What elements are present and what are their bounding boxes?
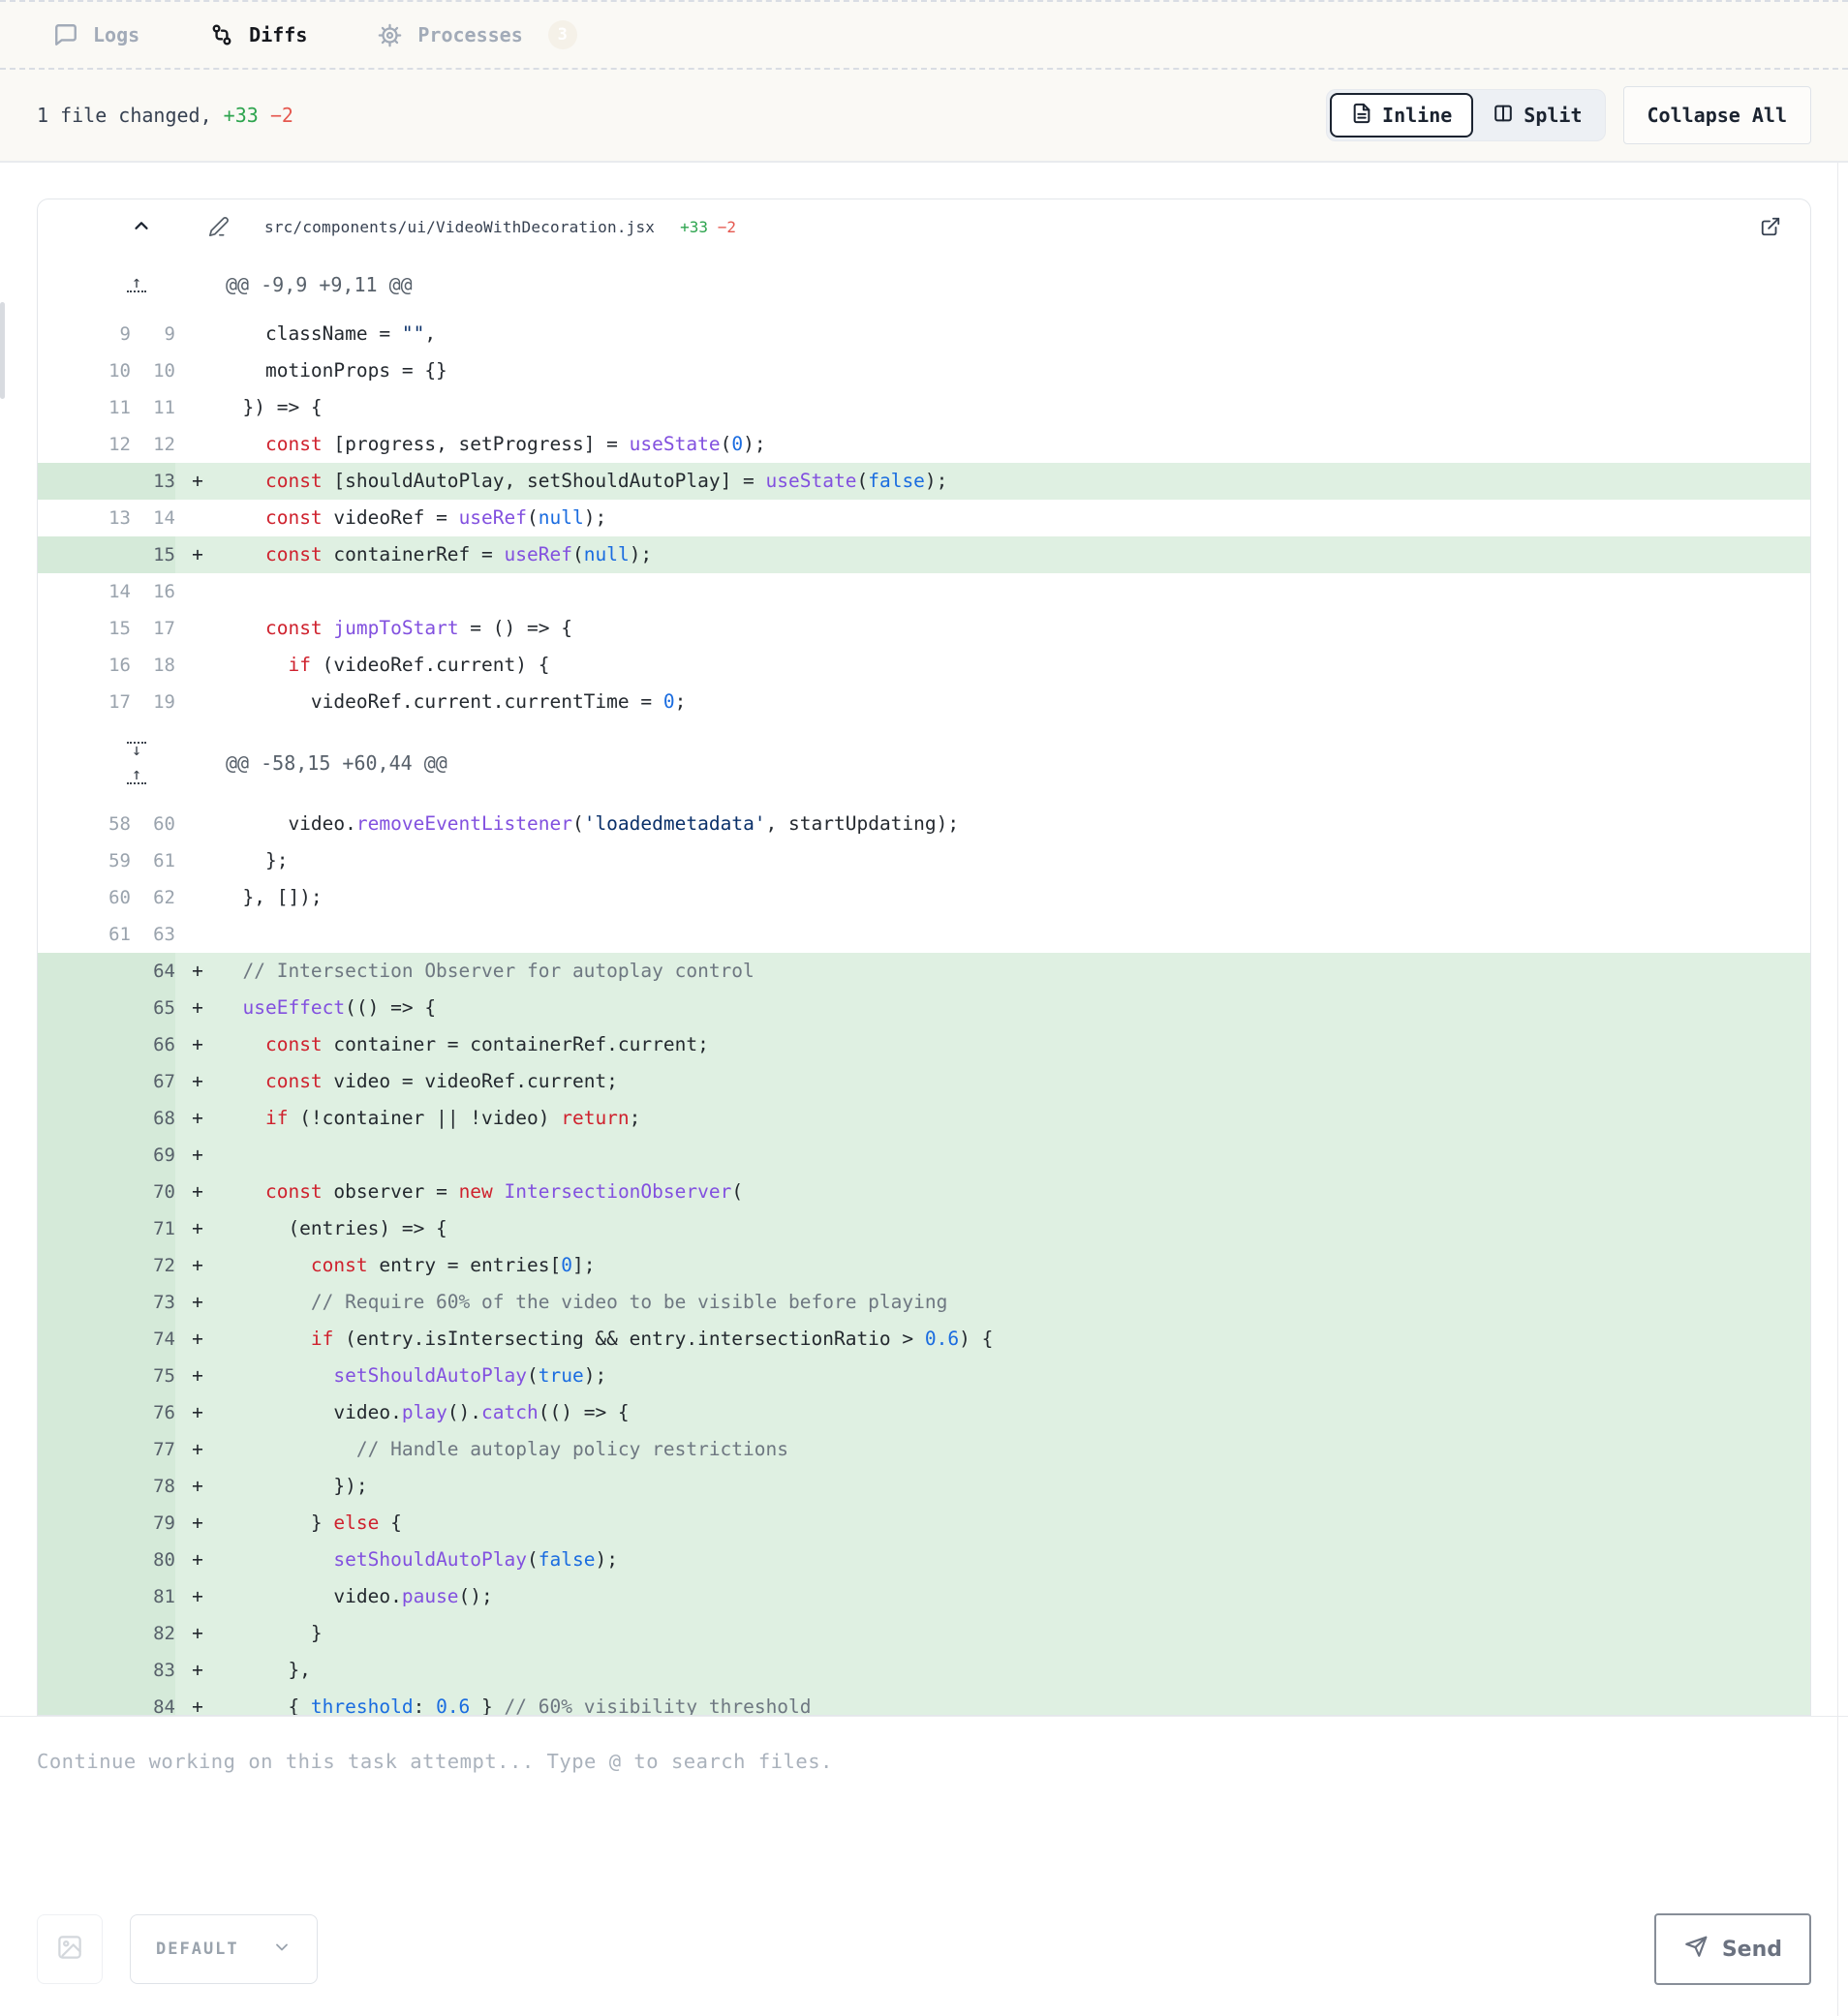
collapse-file-chevron-icon[interactable] — [131, 216, 152, 237]
tab-logs[interactable]: Logs — [53, 22, 139, 47]
hunk-gutter: ↑ — [38, 274, 173, 292]
diff-line: 60 62 }, []); — [108, 886, 323, 908]
diff-line: 17 19 videoRef.current.currentTime = 0; — [108, 690, 687, 713]
app-root: Logs Diffs Processes 3 1 file changed, +… — [0, 0, 1848, 2016]
diff-line: 71 + (entries) => { — [38, 1210, 1810, 1247]
diff-line: 59 61 }; — [108, 849, 289, 871]
diff-line: 61 63 — [108, 924, 175, 945]
diff-line: 81 + video.pause(); — [38, 1578, 1810, 1615]
diff-line: 82 + } — [38, 1615, 1810, 1652]
diff-line: 77 + // Handle autoplay policy restrictio… — [38, 1431, 1810, 1468]
split-label: Split — [1524, 104, 1583, 127]
diff-line: 83 + }, — [38, 1652, 1810, 1689]
files-changed-summary: 1 file changed, +33 −2 — [37, 104, 293, 127]
diff-line: 65 + useEffect(() => { — [38, 990, 1810, 1026]
expand-up-icon[interactable]: ↑ — [127, 274, 146, 292]
file-additions: +33 — [680, 217, 709, 236]
collapse-all-button[interactable]: Collapse All — [1622, 86, 1811, 144]
diff-line: 79 + } else { — [38, 1505, 1810, 1542]
diff-line: 16 18 if (videoRef.current) { — [108, 654, 550, 676]
diff-line: 10 10 motionProps = {} — [108, 359, 447, 382]
expand-down-icon[interactable]: ↓ — [127, 742, 146, 759]
send-button[interactable]: Send — [1653, 1913, 1811, 1985]
diff-line: 80 + setShouldAutoPlay(false); — [38, 1542, 1810, 1578]
image-icon — [55, 1933, 84, 1966]
open-external-icon[interactable] — [1760, 216, 1781, 237]
file-header: src/components/ui/VideoWithDecoration.js… — [38, 199, 1810, 254]
hunk-header-text: @@ -9,9 +9,11 @@ — [226, 273, 413, 296]
tab-diffs-label: Diffs — [249, 23, 308, 46]
send-plane-icon — [1683, 1934, 1709, 1965]
diff-line: 74 + if (entry.isIntersecting && entry.in… — [38, 1321, 1810, 1358]
diff-line: 64 + // Intersection Observer for autopla… — [38, 953, 1810, 990]
deletions-count: −2 — [269, 104, 293, 127]
file-stats: +33 −2 — [680, 218, 736, 236]
chat-bubble-icon — [53, 22, 78, 47]
file-deletions: −2 — [717, 217, 736, 236]
hunk-header: ↑ @@ -9,9 +9,11 @@ — [38, 254, 1810, 316]
files-changed-text: 1 file changed, — [37, 104, 212, 127]
diff-line: 72 + const entry = entries[0]; — [38, 1247, 1810, 1284]
diff-line: 66 + const container = containerRef.curre… — [38, 1026, 1810, 1063]
diff-line: 68 + if (!container || !video) return; — [38, 1100, 1810, 1137]
diff-summary-bar: 1 file changed, +33 −2 Inline Split Coll… — [0, 70, 1848, 161]
diff-line: 15 17 const jumpToStart = () => { — [108, 617, 572, 639]
diff-line: 13 14 const videoRef = useRef(null); — [108, 506, 607, 529]
diff-body: ↑ @@ -9,9 +9,11 @@ 9 9 className = "", 10 10 … — [38, 254, 1810, 1715]
message-input[interactable] — [0, 1717, 1800, 1895]
model-selector[interactable]: DEFAULT — [130, 1914, 318, 1984]
git-compare-icon — [209, 22, 234, 47]
file-text-icon — [1351, 103, 1372, 129]
view-mode-toggle: Inline Split — [1326, 89, 1606, 141]
send-label: Send — [1721, 1937, 1782, 1962]
right-scrollbar-track — [1837, 163, 1838, 2016]
inline-label: Inline — [1382, 104, 1453, 127]
top-bar: Logs Diffs Processes 3 1 file changed, +… — [0, 0, 1848, 163]
diff-line: 99 className = "", — [119, 322, 437, 345]
diff-line: 12 12 const [progress, setProgress] = use… — [108, 433, 766, 455]
diff-line: 84 + { threshold: 0.6 } // 60% visibility… — [38, 1689, 1810, 1715]
split-pane-icon — [1493, 103, 1514, 129]
diff-line: 73 + // Require 60% of the video to be vi… — [38, 1284, 1810, 1321]
expand-up-icon[interactable]: ↑ — [127, 767, 146, 784]
gear-icon — [377, 22, 403, 48]
tab-bar: Logs Diffs Processes 3 — [0, 2, 1848, 70]
diff-line: 76 + video.play().catch(() => { — [38, 1394, 1810, 1431]
diff-line: 13 + const [shouldAutoPlay, setShouldAuto… — [38, 463, 1810, 500]
additions-count: +33 — [223, 104, 259, 127]
hunk-gutter: ↓ ↑ — [38, 742, 173, 784]
processes-count-badge: 3 — [547, 20, 577, 49]
model-selector-label: DEFAULT — [156, 1940, 239, 1959]
diff-line: 69 + — [38, 1137, 1810, 1174]
diff-line: 67 + const video = videoRef.current; — [38, 1063, 1810, 1100]
collapse-all-label: Collapse All — [1647, 104, 1788, 127]
diff-line: 75 + setShouldAutoPlay(true); — [38, 1358, 1810, 1394]
diff-line: 78 + }); — [38, 1468, 1810, 1505]
diff-line: 14 16 — [108, 581, 175, 602]
split-view-button[interactable]: Split — [1473, 93, 1601, 137]
file-path[interactable]: src/components/ui/VideoWithDecoration.js… — [264, 218, 655, 236]
composer-toolbar: DEFAULT Send — [0, 1913, 1848, 1985]
diff-line: 11 11 }) => { — [108, 396, 323, 418]
edit-pencil-icon — [208, 216, 230, 237]
composer-panel: DEFAULT Send — [0, 1716, 1848, 2016]
diff-line: 58 60 video.removeEventListener('loadedme… — [108, 812, 960, 835]
diff-line: 15 + const containerRef = useRef(null); — [38, 536, 1810, 573]
tab-processes-label: Processes — [417, 23, 523, 46]
left-scrollbar-thumb[interactable] — [0, 302, 5, 399]
chevron-down-icon — [272, 1938, 292, 1962]
diff-line: 70 + const observer = new IntersectionObs… — [38, 1174, 1810, 1210]
hunk-header: ↓ ↑ @@ -58,15 +60,44 @@ — [38, 720, 1810, 806]
tab-processes[interactable]: Processes — [377, 22, 523, 48]
view-controls: Inline Split Collapse All — [1326, 86, 1811, 144]
attach-image-button[interactable] — [37, 1914, 103, 1984]
inline-view-button[interactable]: Inline — [1330, 93, 1474, 137]
tab-diffs[interactable]: Diffs — [209, 22, 307, 47]
tab-logs-label: Logs — [93, 23, 140, 46]
diff-file-card: src/components/ui/VideoWithDecoration.js… — [37, 199, 1811, 1716]
hunk-header-text: @@ -58,15 +60,44 @@ — [226, 751, 447, 775]
